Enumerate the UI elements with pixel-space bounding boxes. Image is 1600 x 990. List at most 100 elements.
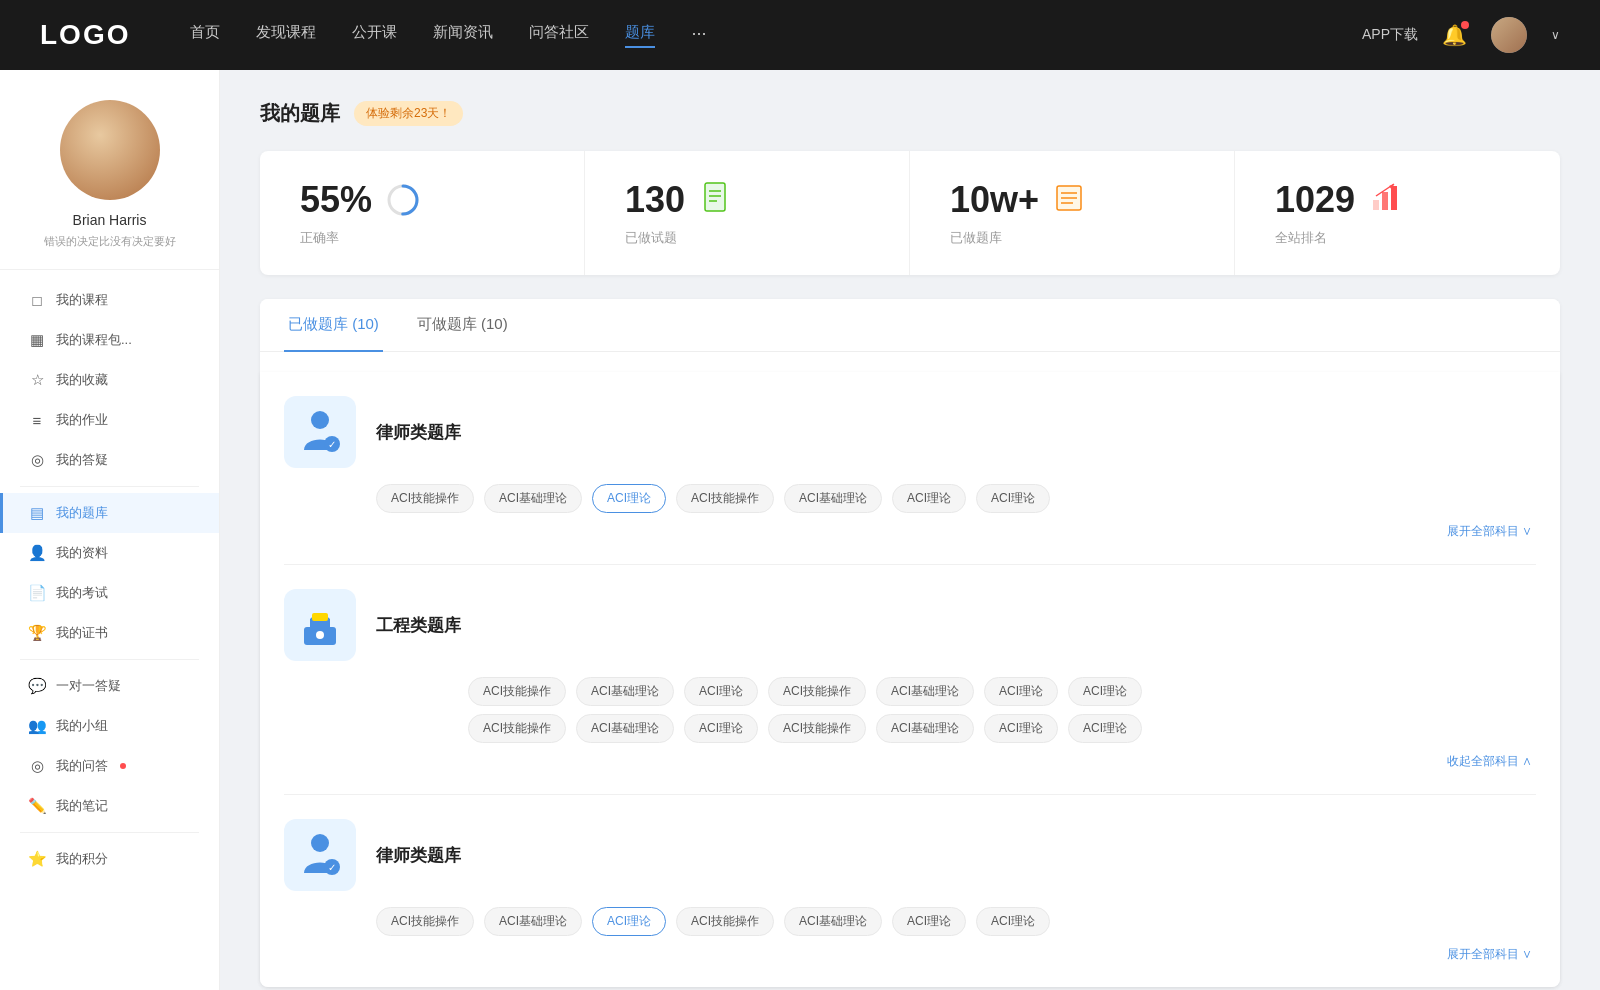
sidebar-item-my-bank[interactable]: ▤ 我的题库: [0, 493, 219, 533]
stat-rank: 1029 全站排名: [1235, 151, 1560, 275]
tag-item[interactable]: ACI理论: [684, 677, 758, 706]
page-title: 我的题库: [260, 100, 340, 127]
sidebar-item-my-profile[interactable]: 👤 我的资料: [0, 533, 219, 573]
tag-item[interactable]: ACI技能操作: [468, 677, 566, 706]
tag-item[interactable]: ACI理论: [892, 484, 966, 513]
sidebar-item-one-on-one[interactable]: 💬 一对一答疑: [0, 666, 219, 706]
bank-tags-section-engineer: ACI技能操作 ACI基础理论 ACI理论 ACI技能操作 ACI基础理论 AC…: [376, 677, 1536, 743]
tag-item-selected[interactable]: ACI理论: [592, 907, 666, 936]
bank-card-lawyer-1: ✓ 律师类题库 ACI技能操作 ACI基础理论 ACI理论 ACI技能操作 AC…: [284, 372, 1536, 565]
tabs-row: 已做题库 (10) 可做题库 (10): [260, 299, 1560, 352]
sidebar-item-my-favorites[interactable]: ☆ 我的收藏: [0, 360, 219, 400]
tag-item[interactable]: ACI技能操作: [468, 714, 566, 743]
sidebar-item-my-courses[interactable]: □ 我的课程: [0, 280, 219, 320]
accuracy-icon: [386, 183, 420, 217]
svg-rect-11: [1382, 192, 1388, 210]
tag-item[interactable]: ACI技能操作: [676, 484, 774, 513]
notification-bell[interactable]: 🔔: [1442, 23, 1467, 47]
qa-icon: ◎: [28, 451, 46, 469]
nav-discover[interactable]: 发现课程: [256, 23, 316, 48]
tag-item-selected[interactable]: ACI理论: [592, 484, 666, 513]
nav-news[interactable]: 新闻资讯: [433, 23, 493, 48]
bank-card-engineer: 工程类题库 ACI技能操作 ACI基础理论 ACI理论 ACI技能操作 ACI基…: [284, 565, 1536, 795]
tag-item[interactable]: ACI基础理论: [484, 484, 582, 513]
sidebar-item-my-exam[interactable]: 📄 我的考试: [0, 573, 219, 613]
svg-point-14: [311, 411, 329, 429]
tag-item[interactable]: ACI基础理论: [876, 677, 974, 706]
sidebar-label-my-cert: 我的证书: [56, 624, 108, 642]
sidebar-item-my-qa[interactable]: ◎ 我的答疑: [0, 440, 219, 480]
sidebar-label-my-points: 我的积分: [56, 850, 108, 868]
tag-item[interactable]: ACI理论: [1068, 677, 1142, 706]
bank-icon: ▤: [28, 504, 46, 522]
tab-done-banks[interactable]: 已做题库 (10): [284, 299, 383, 352]
sidebar-item-my-notes[interactable]: ✏️ 我的笔记: [0, 786, 219, 826]
svg-text:✓: ✓: [328, 439, 336, 450]
tag-item[interactable]: ACI基础理论: [784, 484, 882, 513]
user-avatar[interactable]: [1491, 17, 1527, 53]
sidebar-avatar: [60, 100, 160, 200]
stat-done-banks: 10w+ 已做题库: [910, 151, 1235, 275]
stat-done-banks-label: 已做题库: [950, 229, 1002, 247]
sidebar-label-one-on-one: 一对一答疑: [56, 677, 121, 695]
collapse-button-engineer[interactable]: 收起全部科目 ∧: [284, 753, 1536, 770]
tag-item[interactable]: ACI技能操作: [376, 907, 474, 936]
banks-container: ✓ 律师类题库 ACI技能操作 ACI基础理论 ACI理论 ACI技能操作 AC…: [260, 372, 1560, 987]
tag-item[interactable]: ACI基础理论: [576, 714, 674, 743]
tag-item[interactable]: ACI理论: [684, 714, 758, 743]
stat-accuracy-top: 55%: [300, 179, 420, 221]
sidebar-label-my-qa: 我的答疑: [56, 451, 108, 469]
tag-item[interactable]: ACI理论: [984, 677, 1058, 706]
cert-icon: 🏆: [28, 624, 46, 642]
bank-header-lawyer-1: ✓ 律师类题库: [284, 396, 1536, 468]
lawyer-svg-2: ✓: [294, 829, 346, 881]
tag-item[interactable]: ACI基础理论: [576, 677, 674, 706]
tag-item[interactable]: ACI基础理论: [876, 714, 974, 743]
nav-qa[interactable]: 问答社区: [529, 23, 589, 48]
stat-done-questions-label: 已做试题: [625, 229, 677, 247]
nav-bank[interactable]: 题库: [625, 23, 655, 48]
app-download[interactable]: APP下载: [1362, 26, 1418, 44]
sidebar-item-my-packages[interactable]: ▦ 我的课程包...: [0, 320, 219, 360]
tag-item[interactable]: ACI技能操作: [768, 714, 866, 743]
stat-done-banks-top: 10w+: [950, 179, 1085, 221]
sidebar-divider-2: [20, 659, 199, 660]
user-motto: 错误的决定比没有决定要好: [44, 234, 176, 249]
tag-item[interactable]: ACI理论: [892, 907, 966, 936]
nav-more[interactable]: ···: [691, 23, 706, 48]
packages-icon: ▦: [28, 331, 46, 349]
group-icon: 👥: [28, 717, 46, 735]
nav-home[interactable]: 首页: [190, 23, 220, 48]
tag-item[interactable]: ACI理论: [1068, 714, 1142, 743]
chart-icon: [1369, 182, 1401, 218]
user-menu-chevron[interactable]: ∨: [1551, 28, 1560, 42]
sidebar-item-my-questions[interactable]: ◎ 我的问答: [0, 746, 219, 786]
tag-item[interactable]: ACI技能操作: [768, 677, 866, 706]
tab-available-banks[interactable]: 可做题库 (10): [413, 299, 512, 352]
tag-item[interactable]: ACI基础理论: [484, 907, 582, 936]
bank-icon-lawyer-2: ✓: [284, 819, 356, 891]
user-name: Brian Harris: [73, 212, 147, 228]
lawyer-svg-1: ✓: [294, 406, 346, 458]
avatar-image: [1491, 17, 1527, 53]
tag-item[interactable]: ACI技能操作: [376, 484, 474, 513]
sidebar-item-my-points[interactable]: ⭐ 我的积分: [0, 839, 219, 879]
expand-button-lawyer-2[interactable]: 展开全部科目 ∨: [284, 946, 1536, 963]
sidebar-item-my-homework[interactable]: ≡ 我的作业: [0, 400, 219, 440]
sidebar-item-my-cert[interactable]: 🏆 我的证书: [0, 613, 219, 653]
tag-item[interactable]: ACI基础理论: [784, 907, 882, 936]
sidebar-item-my-group[interactable]: 👥 我的小组: [0, 706, 219, 746]
bank-header-engineer: 工程类题库: [284, 589, 1536, 661]
sidebar-divider-3: [20, 832, 199, 833]
sidebar-menu: □ 我的课程 ▦ 我的课程包... ☆ 我的收藏 ≡ 我的作业 ◎ 我的答疑 ▤: [0, 270, 219, 889]
sidebar-label-my-courses: 我的课程: [56, 291, 108, 309]
expand-button-lawyer-1[interactable]: 展开全部科目 ∨: [284, 523, 1536, 540]
tag-item[interactable]: ACI技能操作: [676, 907, 774, 936]
nav-opencourse[interactable]: 公开课: [352, 23, 397, 48]
title-row: 我的题库 体验剩余23天！: [260, 100, 1560, 127]
tag-item[interactable]: ACI理论: [984, 714, 1058, 743]
tag-item[interactable]: ACI理论: [976, 907, 1050, 936]
tags-engineer-row2: ACI技能操作 ACI基础理论 ACI理论 ACI技能操作 ACI基础理论 AC…: [468, 714, 1536, 743]
tag-item[interactable]: ACI理论: [976, 484, 1050, 513]
list-icon: [1053, 182, 1085, 218]
